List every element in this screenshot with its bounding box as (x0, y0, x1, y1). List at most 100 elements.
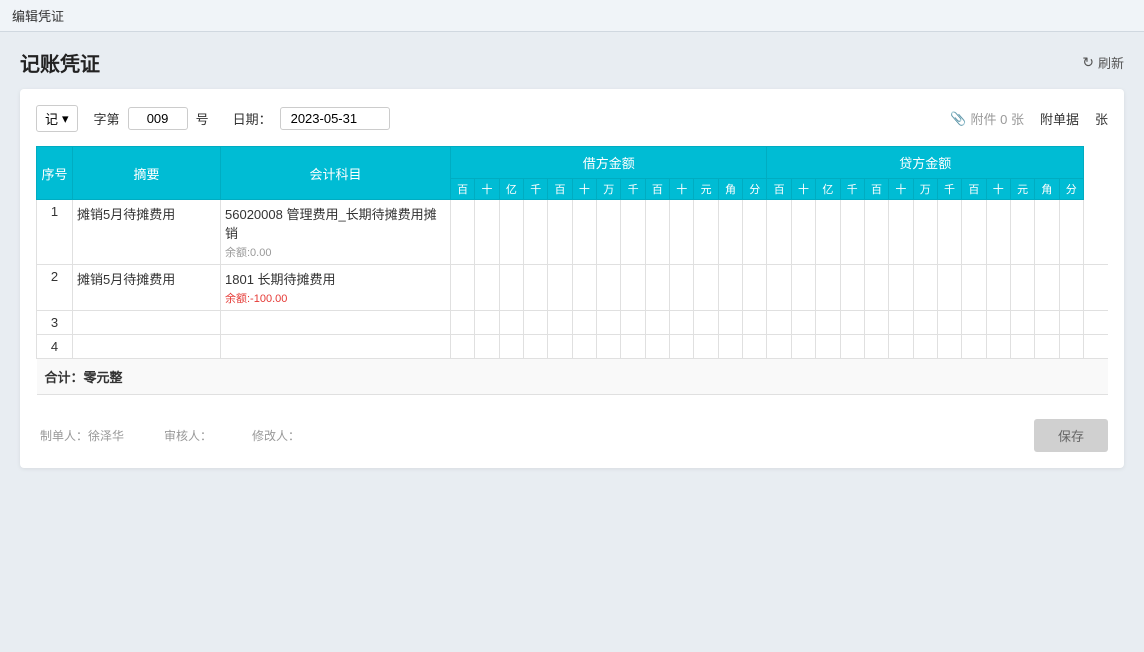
debit-cell-0-5[interactable] (572, 200, 596, 265)
credit-cell-3-11[interactable] (1035, 335, 1059, 359)
cell-summary-2[interactable] (73, 311, 221, 335)
debit-cell-2-9[interactable] (670, 311, 694, 335)
debit-cell-1-11[interactable] (718, 265, 742, 311)
debit-cell-0-2[interactable] (499, 200, 523, 265)
debit-cell-1-1[interactable] (475, 265, 499, 311)
debit-cell-1-9[interactable] (670, 265, 694, 311)
debit-cell-2-6[interactable] (597, 311, 621, 335)
debit-cell-0-9[interactable] (670, 200, 694, 265)
debit-cell-1-0[interactable] (451, 265, 475, 311)
danju-button[interactable]: 附单据 (1040, 109, 1079, 128)
credit-cell-0-10[interactable] (1010, 200, 1034, 265)
credit-cell-0-3[interactable] (840, 200, 864, 265)
credit-cell-0-11[interactable] (1035, 200, 1059, 265)
debit-cell-2-10[interactable] (694, 311, 718, 335)
debit-cell-3-1[interactable] (475, 335, 499, 359)
credit-cell-0-2[interactable] (816, 200, 840, 265)
debit-cell-1-12[interactable] (743, 265, 767, 311)
debit-cell-0-8[interactable] (645, 200, 669, 265)
zi-input[interactable] (128, 107, 188, 130)
debit-cell-3-0[interactable] (451, 335, 475, 359)
debit-cell-3-3[interactable] (524, 335, 548, 359)
credit-cell-3-6[interactable] (913, 335, 937, 359)
debit-cell-0-6[interactable] (597, 200, 621, 265)
credit-cell-2-1[interactable] (791, 311, 815, 335)
credit-cell-3-4[interactable] (864, 335, 888, 359)
debit-cell-2-8[interactable] (645, 311, 669, 335)
credit-cell-1-12[interactable] (1059, 265, 1083, 311)
credit-cell-2-3[interactable] (840, 311, 864, 335)
cell-subject-3[interactable] (221, 335, 451, 359)
credit-cell-3-1[interactable] (791, 335, 815, 359)
debit-cell-1-8[interactable] (645, 265, 669, 311)
debit-cell-1-6[interactable] (597, 265, 621, 311)
debit-cell-2-11[interactable] (718, 311, 742, 335)
credit-cell-2-4[interactable] (864, 311, 888, 335)
credit-cell-0-5[interactable] (889, 200, 913, 265)
credit-cell-3-9[interactable] (986, 335, 1010, 359)
debit-cell-3-7[interactable] (621, 335, 645, 359)
cell-summary-3[interactable] (73, 335, 221, 359)
credit-cell-0-1[interactable] (791, 200, 815, 265)
debit-cell-0-0[interactable] (451, 200, 475, 265)
credit-cell-0-7[interactable] (937, 200, 961, 265)
credit-cell-2-8[interactable] (962, 311, 986, 335)
credit-cell-0-9[interactable] (986, 200, 1010, 265)
cell-summary-1[interactable]: 摊销5月待摊费用 (73, 265, 221, 311)
credit-cell-1-6[interactable] (913, 265, 937, 311)
debit-cell-1-7[interactable] (621, 265, 645, 311)
debit-cell-2-0[interactable] (451, 311, 475, 335)
credit-cell-2-10[interactable] (1010, 311, 1034, 335)
credit-cell-2-9[interactable] (986, 311, 1010, 335)
cell-subject-0[interactable]: 56020008 管理费用_长期待摊费用摊销余额:0.00 (221, 200, 451, 265)
attachment-button[interactable]: 📎 附件 0 张 (950, 109, 1024, 128)
credit-cell-0-4[interactable] (864, 200, 888, 265)
credit-cell-1-4[interactable] (864, 265, 888, 311)
debit-cell-2-5[interactable] (572, 311, 596, 335)
credit-cell-1-9[interactable] (986, 265, 1010, 311)
debit-cell-3-11[interactable] (718, 335, 742, 359)
debit-cell-3-9[interactable] (670, 335, 694, 359)
credit-cell-0-6[interactable] (913, 200, 937, 265)
credit-cell-3-2[interactable] (816, 335, 840, 359)
debit-cell-3-6[interactable] (597, 335, 621, 359)
credit-cell-2-6[interactable] (913, 311, 937, 335)
debit-cell-2-7[interactable] (621, 311, 645, 335)
debit-cell-2-12[interactable] (743, 311, 767, 335)
table-row[interactable]: 4 (37, 335, 1109, 359)
debit-cell-3-5[interactable] (572, 335, 596, 359)
debit-cell-3-4[interactable] (548, 335, 572, 359)
debit-cell-3-2[interactable] (499, 335, 523, 359)
debit-cell-0-10[interactable] (694, 200, 718, 265)
credit-cell-2-12[interactable] (1059, 311, 1083, 335)
credit-cell-1-3[interactable] (840, 265, 864, 311)
credit-cell-3-0[interactable] (767, 335, 791, 359)
debit-cell-2-3[interactable] (524, 311, 548, 335)
cell-subject-1[interactable]: 1801 长期待摊费用余额:-100.00 (221, 265, 451, 311)
credit-cell-3-10[interactable] (1010, 335, 1034, 359)
table-row[interactable]: 1摊销5月待摊费用56020008 管理费用_长期待摊费用摊销余额:0.00 (37, 200, 1109, 265)
debit-cell-3-12[interactable] (743, 335, 767, 359)
credit-cell-2-5[interactable] (889, 311, 913, 335)
debit-cell-0-11[interactable] (718, 200, 742, 265)
ji-select[interactable]: 记 ▾ (36, 105, 78, 132)
credit-cell-1-5[interactable] (889, 265, 913, 311)
credit-cell-0-8[interactable] (962, 200, 986, 265)
credit-cell-1-2[interactable] (816, 265, 840, 311)
credit-cell-3-5[interactable] (889, 335, 913, 359)
debit-cell-1-2[interactable] (499, 265, 523, 311)
debit-cell-2-1[interactable] (475, 311, 499, 335)
debit-cell-3-8[interactable] (645, 335, 669, 359)
credit-cell-3-12[interactable] (1059, 335, 1083, 359)
credit-cell-2-0[interactable] (767, 311, 791, 335)
debit-cell-1-5[interactable] (572, 265, 596, 311)
date-input[interactable] (280, 107, 390, 130)
credit-cell-2-11[interactable] (1035, 311, 1059, 335)
credit-cell-1-1[interactable] (791, 265, 815, 311)
credit-cell-1-10[interactable] (1010, 265, 1034, 311)
credit-cell-0-12[interactable] (1059, 200, 1083, 265)
debit-cell-1-3[interactable] (524, 265, 548, 311)
debit-cell-2-2[interactable] (499, 311, 523, 335)
credit-cell-3-7[interactable] (937, 335, 961, 359)
cell-summary-0[interactable]: 摊销5月待摊费用 (73, 200, 221, 265)
